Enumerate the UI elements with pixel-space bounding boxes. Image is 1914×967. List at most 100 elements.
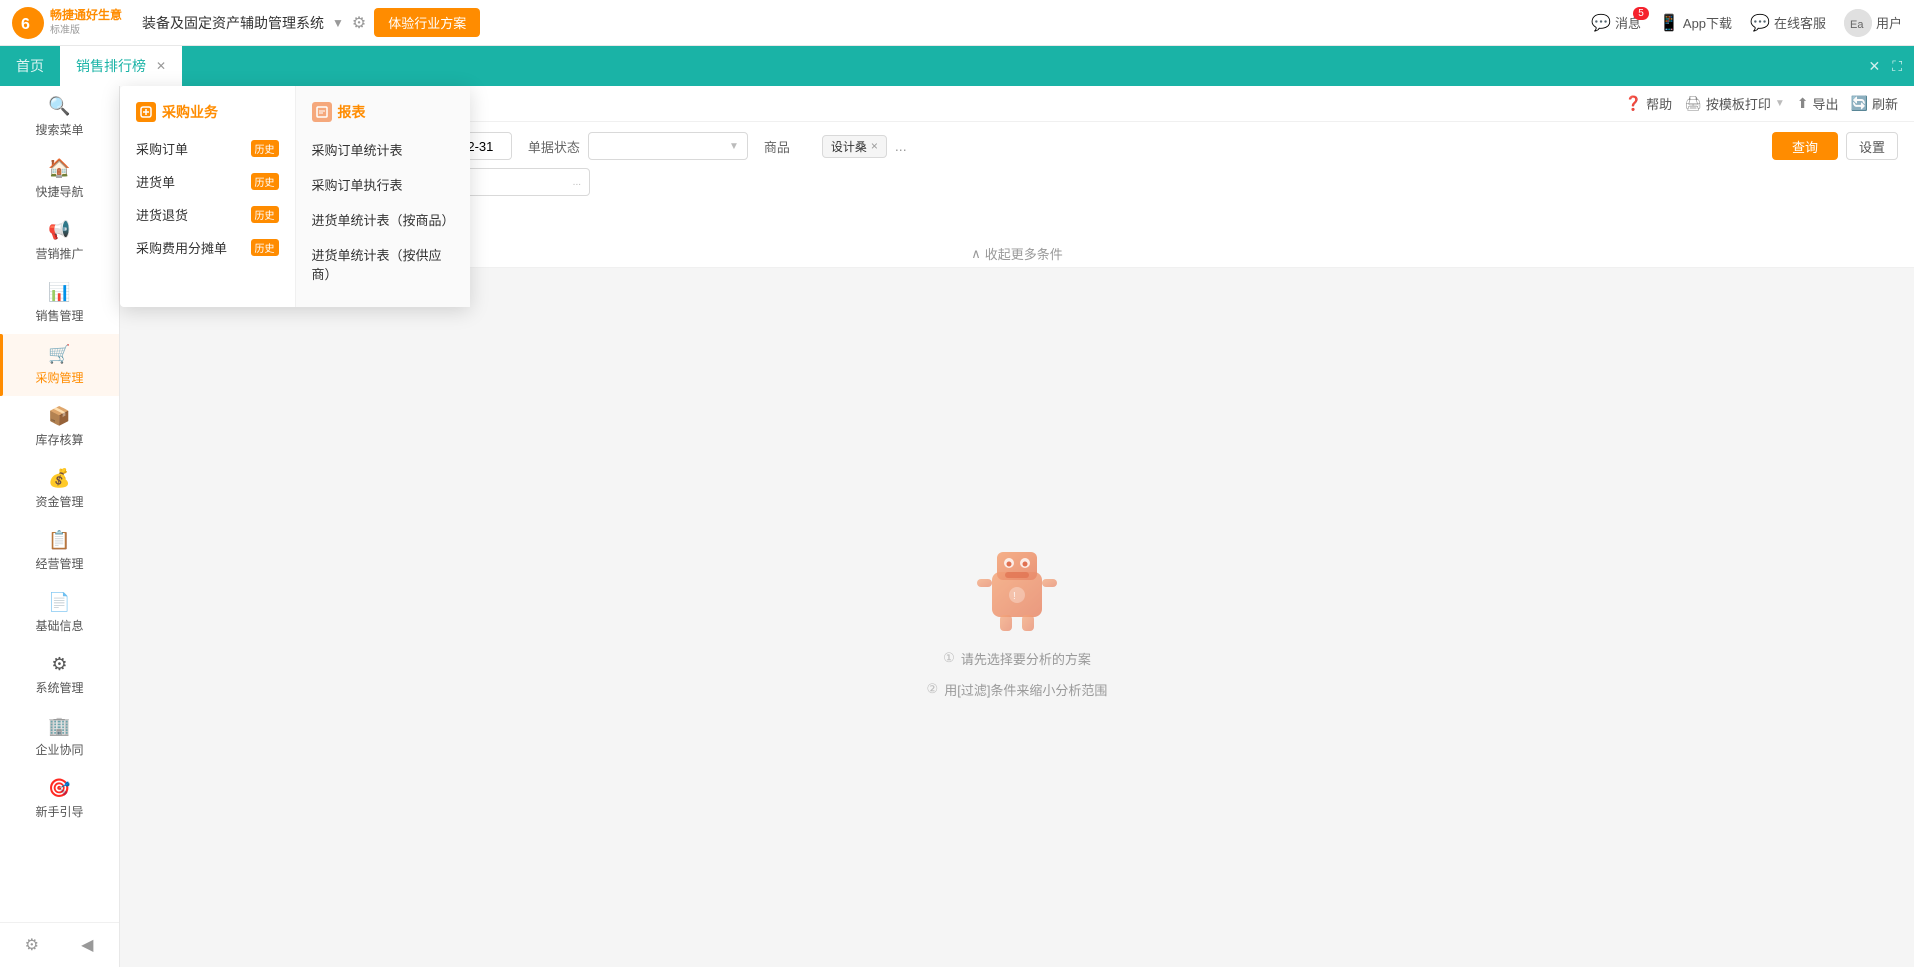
report-col-title: 报表	[338, 102, 366, 122]
inbound-history-badge: 历史	[251, 173, 279, 190]
purchase-col-icon	[136, 102, 156, 122]
query-btn[interactable]: 查询	[1772, 132, 1838, 160]
system-title-area: 装备及固定资产辅助管理系统 ▼ ⚙ 体验行业方案	[132, 8, 1591, 37]
header-right: 💬 消息 5 📱 App下载 💬 在线客服 Ea 用户	[1591, 9, 1902, 37]
app-download-btn[interactable]: 📱 App下载	[1659, 13, 1732, 33]
sidebar-collapse-btn[interactable]: ◀	[64, 931, 112, 959]
tab-sales-rank[interactable]: 销售排行榜 ✕	[60, 46, 182, 86]
purchase-order-history-badge: 历史	[251, 140, 279, 157]
tab-bar: 首页 销售排行榜 ✕ ✕ ⛶	[0, 46, 1914, 86]
sidebar-item-search[interactable]: 🔍 搜索菜单	[0, 86, 119, 148]
sidebar-item-purchase-label: 采购管理	[35, 369, 83, 386]
sidebar-item-sales[interactable]: 📊 销售管理	[0, 272, 119, 334]
export-btn[interactable]: ⬆ 导出	[1797, 94, 1839, 113]
tab-expand-btn[interactable]: ⛶	[1888, 54, 1906, 79]
purchase-stat-label: 采购订单统计表	[312, 143, 403, 158]
salesman-caret: ...	[573, 177, 581, 188]
sidebar-item-marketing[interactable]: 📢 营销推广	[0, 210, 119, 272]
right-action-btns: 查询 设置	[1772, 132, 1898, 160]
export-label: 导出	[1813, 94, 1839, 113]
notification-btn[interactable]: 💬 消息 5	[1591, 13, 1641, 33]
refresh-label: 刷新	[1872, 94, 1898, 113]
sidebar: 🔍 搜索菜单 🏠 快捷导航 📢 营销推广 📊 销售管理 🛒 采购管理 📦 库存核…	[0, 86, 120, 967]
purchase-order-label: 采购订单	[136, 139, 188, 158]
dropdown-item-inbound-by-goods[interactable]: 进货单统计表（按商品）	[296, 202, 471, 237]
refresh-btn[interactable]: 🔄 刷新	[1851, 94, 1898, 113]
logo-icon: 6	[12, 7, 44, 39]
sidebar-item-finance[interactable]: 💰 资金管理	[0, 458, 119, 520]
empty-illustration: !	[967, 537, 1067, 637]
tab-home[interactable]: 首页	[0, 46, 60, 86]
top-header: 6 畅捷通好生意 标准版 装备及固定资产辅助管理系统 ▼ ⚙ 体验行业方案 💬 …	[0, 0, 1914, 46]
dropdown-item-purchase-stat[interactable]: 采购订单统计表	[296, 132, 471, 167]
purchase-col-title: 采购业务	[162, 102, 218, 122]
return-label: 进货退货	[136, 205, 188, 224]
report-col-header: 报表	[296, 102, 471, 132]
print-label: 按模板打印	[1706, 94, 1771, 113]
online-service-btn[interactable]: 💬 在线客服	[1750, 13, 1826, 33]
sidebar-item-sales-label: 销售管理	[35, 307, 83, 324]
inbound-goods-label: 进货单统计表（按商品）	[312, 213, 455, 228]
sidebar-bottom: ⚙ ◀	[0, 922, 119, 967]
dropdown-item-purchase-order[interactable]: 采购订单 历史	[120, 132, 295, 165]
sidebar-item-guide[interactable]: 🎯 新手引导	[0, 768, 119, 830]
brand-name: 畅捷通好生意	[50, 8, 122, 24]
active-indicator	[0, 334, 3, 396]
sidebar-item-inventory-label: 库存核算	[35, 431, 83, 448]
goods-dots[interactable]: ...	[895, 138, 907, 154]
user-btn[interactable]: Ea 用户	[1844, 9, 1902, 37]
system-settings-btn[interactable]: ⚙	[352, 13, 366, 33]
dropdown-item-inbound[interactable]: 进货单 历史	[120, 165, 295, 198]
report-col-icon	[312, 102, 332, 122]
voucher-status-group: 单据状态 ▼	[528, 132, 748, 160]
tab-close-btn[interactable]: ✕	[156, 59, 166, 73]
tab-close-all-btn[interactable]: ✕	[1864, 54, 1884, 79]
voucher-status-label: 单据状态	[528, 137, 580, 156]
search-menu-icon: 🔍	[48, 96, 70, 117]
dropdown-item-inbound-by-supplier[interactable]: 进货单统计表（按供应商）	[296, 237, 471, 291]
sidebar-item-system[interactable]: ⚙ 系统管理	[0, 644, 119, 706]
sidebar-settings-btn[interactable]: ⚙	[8, 931, 56, 959]
dropdown-item-return[interactable]: 进货退货 历史	[120, 198, 295, 231]
user-label: 用户	[1876, 13, 1902, 32]
operations-icon: 📋	[48, 530, 70, 551]
goods-tag[interactable]: 设计桑 ×	[822, 135, 887, 158]
tab-bar-right: ✕ ⛶	[1864, 54, 1914, 79]
refresh-icon: 🔄	[1851, 95, 1868, 112]
help-btn[interactable]: ❓ 帮助	[1625, 94, 1672, 113]
svg-text:6: 6	[21, 16, 30, 33]
help-icon: ❓	[1625, 95, 1642, 112]
system-icon: ⚙	[51, 654, 67, 675]
avatar: Ea	[1844, 9, 1872, 37]
print-dropdown-icon[interactable]: ▼	[1775, 98, 1785, 109]
svg-text:!: !	[1013, 591, 1016, 602]
logo-text: 畅捷通好生意 标准版	[50, 8, 122, 37]
sidebar-item-purchase[interactable]: 🛒 采购管理	[0, 334, 119, 396]
sidebar-item-search-label: 搜索菜单	[35, 121, 83, 138]
goods-tag-remove[interactable]: ×	[871, 139, 878, 153]
sidebar-item-enterprise[interactable]: 🏢 企业协同	[0, 706, 119, 768]
report-col: 报表 采购订单统计表 采购订单执行表 进货单统计表（按商品） 进货单统计表（按供…	[296, 86, 471, 307]
sidebar-item-basic-info[interactable]: 📄 基础信息	[0, 582, 119, 644]
sidebar-item-operations-label: 经营管理	[35, 555, 83, 572]
system-title-text: 装备及固定资产辅助管理系统	[142, 13, 324, 33]
guide-icon: 🎯	[48, 778, 70, 799]
voucher-status-select[interactable]: ▼	[588, 132, 748, 160]
empty-hint-2: ② 用[过滤]条件来缩小分析范围	[927, 680, 1108, 699]
app-download-label: App下载	[1683, 13, 1732, 32]
marketing-icon: 📢	[48, 220, 70, 241]
dropdown-item-purchase-exec[interactable]: 采购订单执行表	[296, 167, 471, 202]
sidebar-item-inventory[interactable]: 📦 库存核算	[0, 396, 119, 458]
sidebar-item-enterprise-label: 企业协同	[35, 741, 83, 758]
dropdown-menu: 采购业务 采购订单 历史 进货单 历史 进货退货 历史 采购费用分摊单 历史	[120, 86, 470, 307]
purchase-col-header: 采购业务	[120, 102, 295, 132]
print-btn[interactable]: 🖨 按模板打印 ▼	[1684, 94, 1785, 113]
sidebar-item-basic-info-label: 基础信息	[35, 617, 83, 634]
dropdown-item-expense[interactable]: 采购费用分摊单 历史	[120, 231, 295, 264]
system-title-dropdown-btn[interactable]: ▼	[332, 16, 344, 30]
settings-outline-btn[interactable]: 设置	[1846, 132, 1898, 160]
industry-btn[interactable]: 体验行业方案	[374, 8, 480, 37]
empty-state: ! ① 请先选择要分析的方案 ② 用[过滤]条件来缩小分析范围	[120, 268, 1914, 967]
sidebar-item-quick-nav[interactable]: 🏠 快捷导航	[0, 148, 119, 210]
sidebar-item-operations[interactable]: 📋 经营管理	[0, 520, 119, 582]
